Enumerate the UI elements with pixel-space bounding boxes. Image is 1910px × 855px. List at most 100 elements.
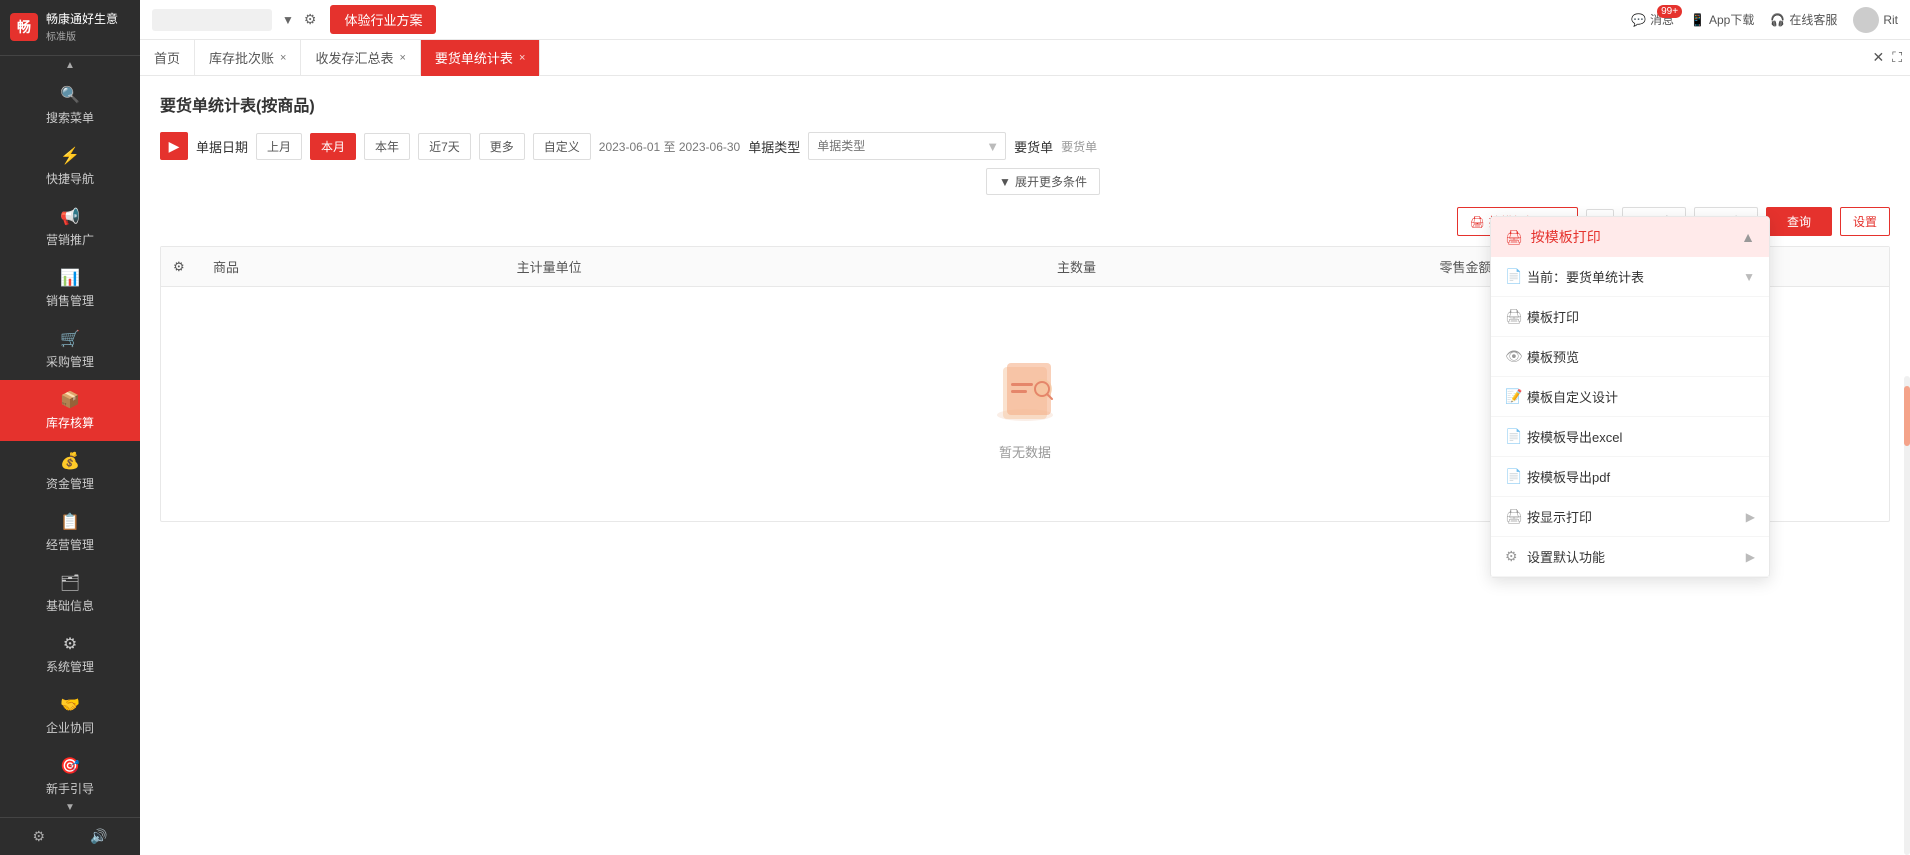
trial-btn[interactable]: 体验行业方案 [330, 5, 436, 34]
avatar [1853, 7, 1879, 33]
marketing-icon: 📢 [60, 207, 80, 227]
date-prev-month-btn[interactable]: 上月 [256, 133, 302, 160]
tab-order-stats-close[interactable]: × [519, 52, 525, 64]
tabbar: 首页 库存批次账 × 收发存汇总表 × 要货单统计表 × ✕ ⛶ [140, 40, 1910, 76]
dropdown-export-pdf[interactable]: 📄 按模板导出pdf [1491, 457, 1769, 497]
dropdown-header-left: 🖨 按模板打印 [1505, 227, 1601, 247]
filter-section: ▶ 单据日期 上月 本月 本年 近7天 更多 自定义 2023-06-01 至 … [160, 132, 1890, 195]
sidebar-scroll-down[interactable]: ▼ [0, 798, 140, 817]
tab-order-stats-label: 要货单统计表 [435, 48, 513, 67]
export-excel-label: 按模板导出excel [1527, 427, 1622, 446]
sidebar-item-search[interactable]: 🔍 搜索菜单 [0, 75, 140, 136]
template-design-icon: 📝 [1505, 388, 1522, 405]
dropdown-template-design[interactable]: 📝 模板自定义设计 [1491, 377, 1769, 417]
query-btn[interactable]: 查询 [1766, 207, 1832, 236]
type-filter-input[interactable] [809, 133, 980, 159]
tab-inventory-batch-close[interactable]: × [280, 52, 286, 64]
sidebar-item-sales[interactable]: 📊 销售管理 [0, 258, 140, 319]
topbar: ▼ ⚙ 体验行业方案 💬 消息 99+ 📱 App下载 🎧 在线客服 Rit [140, 0, 1910, 40]
tab-home[interactable]: 首页 [140, 40, 195, 76]
search-icon: 🔍 [60, 85, 80, 105]
filter-expand-btn[interactable]: ▶ [160, 132, 188, 160]
scrollbar[interactable] [1904, 376, 1910, 855]
inventory-icon: 📦 [60, 390, 80, 410]
search-input[interactable] [152, 9, 272, 31]
sales-icon: 📊 [60, 268, 80, 288]
dropdown-display-print[interactable]: 🖨 按显示打印 ▶ [1491, 497, 1769, 537]
sidebar-item-label: 搜索菜单 [46, 109, 94, 126]
expand-icon: ▼ [999, 175, 1011, 189]
sidebar-item-quick-nav[interactable]: ⚡ 快捷导航 [0, 136, 140, 197]
export-pdf-label: 按模板导出pdf [1527, 467, 1610, 486]
messages-btn[interactable]: 💬 消息 99+ [1631, 11, 1674, 28]
window-close-btn[interactable]: ✕ [1872, 49, 1884, 66]
main-area: ▼ ⚙ 体验行业方案 💬 消息 99+ 📱 App下载 🎧 在线客服 Rit [140, 0, 1910, 855]
sidebar-item-system[interactable]: ⚙ 系统管理 [0, 624, 140, 685]
tab-order-stats[interactable]: 要货单统计表 × [421, 40, 540, 76]
date-last7days-btn[interactable]: 近7天 [418, 133, 471, 160]
topbar-settings-btn[interactable]: ⚙ [304, 11, 317, 28]
template-print-label: 模板打印 [1527, 307, 1579, 326]
dropdown-collapse-btn[interactable]: ▲ [1741, 229, 1755, 245]
sidebar-scroll-up[interactable]: ▲ [0, 56, 140, 75]
tab-inventory-batch[interactable]: 库存批次账 × [195, 40, 301, 76]
dropdown-export-excel[interactable]: 📄 按模板导出excel [1491, 417, 1769, 457]
window-maximize-btn[interactable]: ⛶ [1892, 49, 1902, 66]
search-dropdown-btn[interactable]: ▼ [282, 13, 294, 27]
print-dropdown-menu: 🖨 按模板打印 ▲ 📄 当前：要货单统计表 ▼ 🖨 模板打印 👁 模板预览 [1490, 216, 1770, 578]
sidebar-item-purchase[interactable]: 🛒 采购管理 [0, 319, 140, 380]
sidebar-nav: 🔍 搜索菜单 ⚡ 快捷导航 📢 营销推广 📊 销售管理 🛒 采购管理 📦 库存核… [0, 75, 140, 798]
date-current-month-btn[interactable]: 本月 [310, 133, 356, 160]
expand-more-btn[interactable]: ▼ 展开更多条件 [986, 168, 1100, 195]
customer-service-btn[interactable]: 🎧 在线客服 [1770, 11, 1837, 28]
dropdown-template-preview[interactable]: 👁 模板预览 [1491, 337, 1769, 377]
cooperation-icon: 🤝 [60, 695, 80, 715]
customer-service-label: 在线客服 [1789, 11, 1837, 28]
sidebar-item-marketing[interactable]: 📢 营销推广 [0, 197, 140, 258]
template-design-label: 模板自定义设计 [1527, 387, 1618, 406]
type-filter-label: 单据类型 [748, 137, 800, 156]
dropdown-current-item[interactable]: 📄 当前：要货单统计表 ▼ [1491, 257, 1769, 297]
sidebar-item-basic[interactable]: 🗂 基础信息 [0, 563, 140, 624]
footer-settings-btn[interactable]: ⚙ [33, 828, 46, 845]
sidebar-item-label: 营销推广 [46, 231, 94, 248]
type-filter-select-wrap[interactable]: ▼ [808, 132, 1006, 160]
sidebar-item-finance[interactable]: 💰 资金管理 [0, 441, 140, 502]
col-quantity: 主数量 [1045, 247, 1428, 287]
date-more-btn[interactable]: 更多 [479, 133, 525, 160]
logo-subtitle: 标准版 [46, 28, 118, 43]
scrollbar-thumb[interactable] [1904, 386, 1910, 446]
sidebar-item-label: 基础信息 [46, 597, 94, 614]
user-avatar-area[interactable]: Rit [1853, 7, 1898, 33]
current-template-label: 当前：要货单统计表 [1527, 267, 1644, 286]
sidebar-footer: ⚙ 🔊 [0, 817, 140, 855]
messages-badge: 99+ [1657, 5, 1682, 18]
type-dropdown-icon[interactable]: ▼ [980, 139, 1005, 154]
tab-receipt-summary-close[interactable]: × [399, 52, 405, 64]
dropdown-header-right: ▲ [1741, 229, 1755, 245]
tab-receipt-summary-label: 收发存汇总表 [315, 48, 393, 67]
dropdown-header: 🖨 按模板打印 ▲ [1491, 217, 1769, 257]
settings-btn[interactable]: 设置 [1840, 207, 1890, 236]
system-icon: ⚙ [63, 634, 77, 654]
sidebar: 畅 畅康通好生意 标准版 ▲ 🔍 搜索菜单 ⚡ 快捷导航 📢 营销推广 📊 销售… [0, 0, 140, 855]
col-unit: 主计量单位 [505, 247, 1045, 287]
page-title: 要货单统计表(按商品) [160, 92, 1890, 116]
sidebar-logo: 畅 畅康通好生意 标准版 [0, 0, 140, 56]
default-func-label: 设置默认功能 [1527, 547, 1605, 566]
sidebar-item-inventory[interactable]: 📦 库存核算 [0, 380, 140, 441]
printer-icon: 🖨 [1470, 215, 1485, 229]
date-current-year-btn[interactable]: 本年 [364, 133, 410, 160]
sidebar-item-cooperation[interactable]: 🤝 企业协同 [0, 685, 140, 746]
page-content: 要货单统计表(按商品) ▶ 单据日期 上月 本月 本年 近7天 更多 自定义 2… [140, 76, 1910, 855]
dropdown-template-print[interactable]: 🖨 模板打印 [1491, 297, 1769, 337]
sidebar-item-operation[interactable]: 📋 经营管理 [0, 502, 140, 563]
sidebar-item-guide[interactable]: 🎯 新手引导 [0, 746, 140, 798]
tab-receipt-summary[interactable]: 收发存汇总表 × [301, 40, 420, 76]
date-custom-btn[interactable]: 自定义 [533, 133, 591, 160]
sidebar-item-label: 资金管理 [46, 475, 94, 492]
app-download-btn[interactable]: 📱 App下载 [1690, 11, 1754, 28]
service-icon: 🎧 [1770, 13, 1785, 27]
dropdown-default-func[interactable]: ⚙ 设置默认功能 ▶ [1491, 537, 1769, 577]
footer-volume-btn[interactable]: 🔊 [90, 828, 107, 845]
